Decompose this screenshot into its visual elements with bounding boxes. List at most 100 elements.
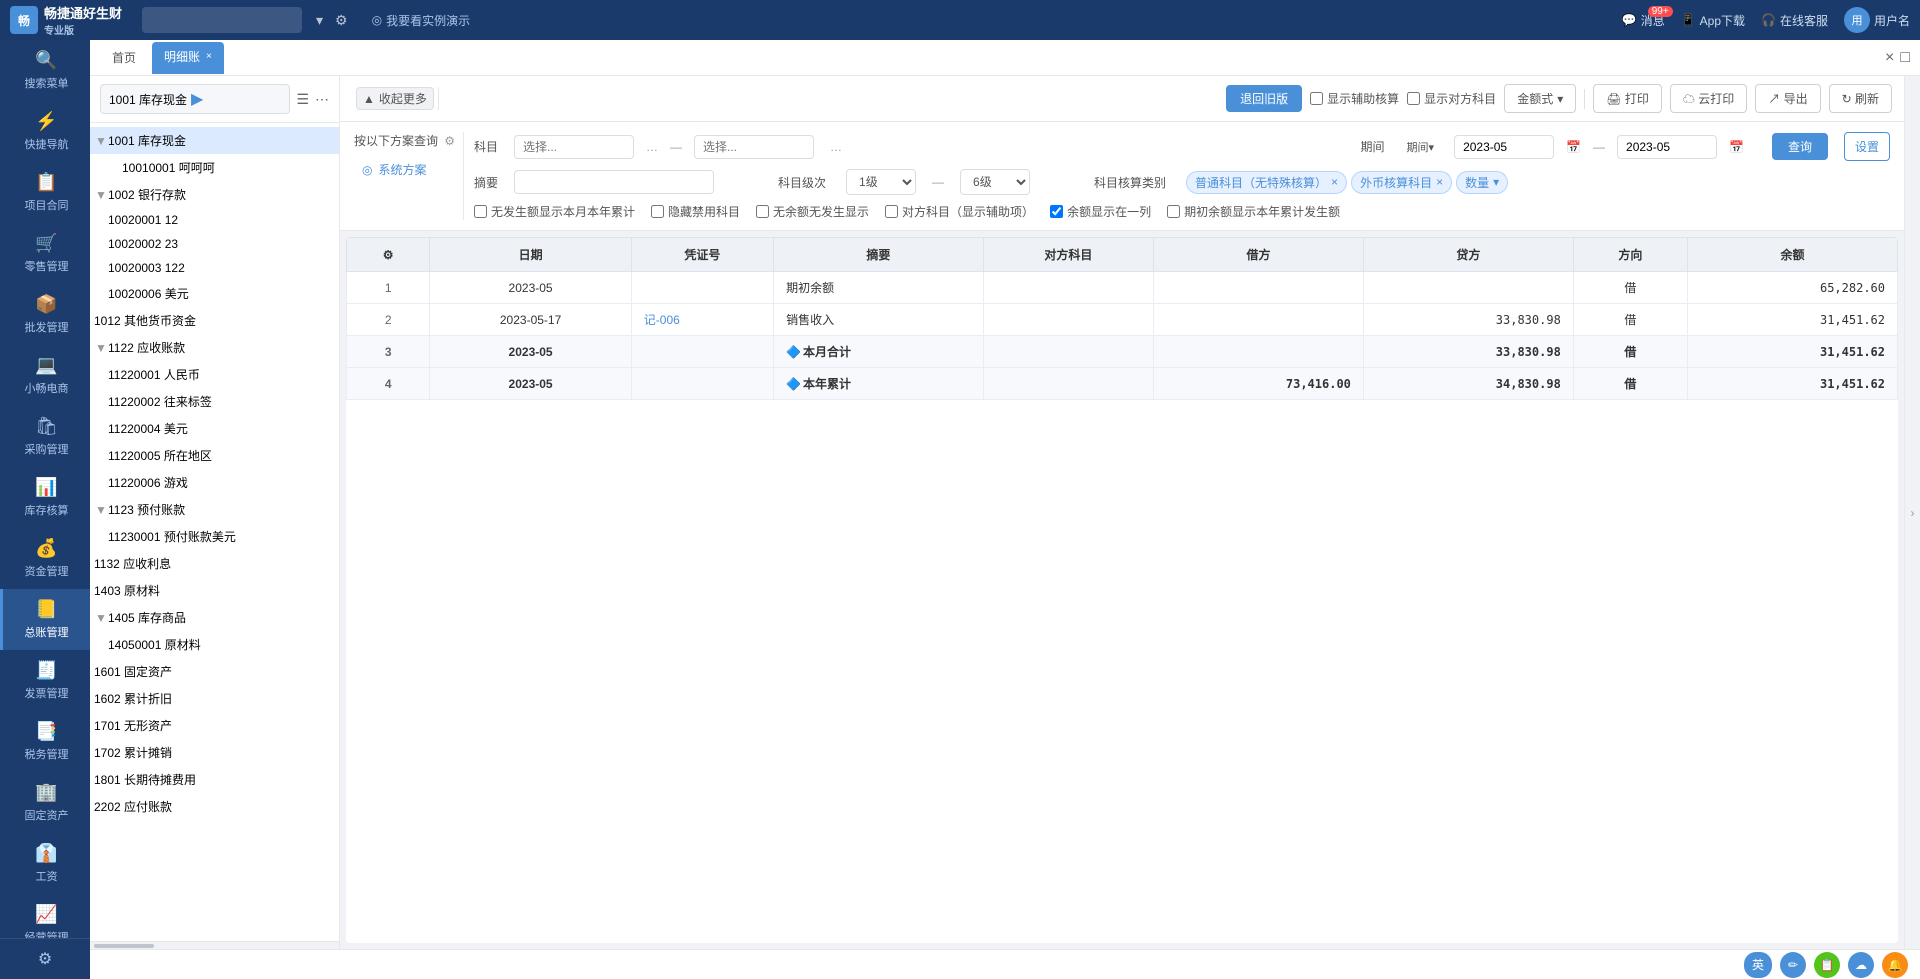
sidebar-item-tax[interactable]: 📑 税务管理 [0,711,90,772]
tree-item-1702[interactable]: 1702 累计摊销 [90,739,339,766]
tree-item-1002[interactable]: ▼ 1002 银行存款 [90,181,339,208]
refresh-button[interactable]: ↻ 刷新 [1829,84,1892,113]
summary-input[interactable] [514,170,714,194]
sidebar-item-hr[interactable]: 👔 工资 [0,833,90,894]
edit-icon-button[interactable]: ✏ [1780,952,1806,978]
tree-item-1122[interactable]: ▼ 1122 应收账款 [90,334,339,361]
service-nav[interactable]: 🎧 在线客服 [1761,12,1828,29]
tree-item-1403[interactable]: 1403 原材料 [90,577,339,604]
period-end-input[interactable] [1617,135,1717,159]
level-end-select[interactable]: 6级3级4级 [960,169,1030,195]
tree-item-1801[interactable]: 1801 长期待摊费用 [90,766,339,793]
dropdown-arrow[interactable]: ▾ [312,10,327,31]
user-nav[interactable]: 用 用户名 [1844,7,1910,33]
sidebar-item-ecommerce[interactable]: 💻 小畅电商 [0,345,90,406]
tab-home[interactable]: 首页 [100,42,148,74]
sidebar-item-asset[interactable]: 🏢 固定资产 [0,772,90,833]
print-button[interactable]: 🖨 打印 [1593,84,1662,113]
lang-button[interactable]: 英 [1744,952,1772,978]
cb-show-opposite[interactable]: 对方科目（显示辅助项） [885,203,1034,220]
level-start-select[interactable]: 1级2级3级 [846,169,916,195]
show-opposite-checkbox[interactable]: 显示对方科目 [1407,90,1496,107]
tree-item-1123[interactable]: ▼ 1123 预付账款 [90,496,339,523]
expand-filter-button[interactable]: ▲ 收起更多 [356,87,434,110]
tree-item-10010001[interactable]: 10010001 呵呵呵 [90,154,339,181]
type-tag-foreign[interactable]: 外币核算科目 × [1351,171,1452,194]
cb-no-balance-input[interactable] [756,205,769,218]
account-selector[interactable]: 1001 库存现金 ▶ [100,84,290,114]
cloud-icon-button[interactable]: ☁ [1848,952,1874,978]
demo-link[interactable]: ◎ 我要看实例演示 [372,12,471,29]
message-nav[interactable]: 💬 消息 99+ [1622,12,1665,29]
voucher-link-1[interactable]: 记-006 [644,313,680,327]
cb-balance-one-col-input[interactable] [1050,205,1063,218]
sidebar-item-quick[interactable]: ⚡ 快捷导航 [0,101,90,162]
tree-item-14050001[interactable]: 14050001 原材料 [90,631,339,658]
cb-no-balance[interactable]: 无余额无发生显示 [756,203,869,220]
cb-no-occur[interactable]: 无发生额显示本月本年累计 [474,203,635,220]
row-voucher-1[interactable]: 记-006 [631,304,773,336]
export-button[interactable]: ↗ 导出 [1755,84,1820,113]
search-input[interactable] [142,7,302,33]
cb-hide-used-input[interactable] [651,205,664,218]
type-tag-qty[interactable]: 数量 ▾ [1456,171,1508,194]
copy-icon-button[interactable]: 📋 [1814,952,1840,978]
sidebar-item-accounting[interactable]: 📒 总账管理 [0,589,90,650]
subject-input[interactable] [514,135,634,159]
show-opposite-input[interactable] [1407,92,1420,105]
cb-year-cumul[interactable]: 期初余额显示本年累计发生额 [1167,203,1340,220]
sidebar-item-wholesale[interactable]: 📦 批发管理 [0,284,90,345]
tab-ledger[interactable]: 明细账 × [152,42,224,74]
type-tag-normal-remove[interactable]: × [1331,175,1338,189]
window-close-button[interactable]: × [1885,49,1894,67]
cb-hide-used[interactable]: 隐藏禁用科目 [651,203,740,220]
query-button[interactable]: 查询 [1772,133,1828,160]
account-list-tool[interactable]: ☰ [296,91,309,108]
sidebar-item-search[interactable]: 🔍 搜索菜单 [0,40,90,101]
sidebar-item-inventory[interactable]: 📊 库存核算 [0,467,90,528]
show-auxiliary-input[interactable] [1310,92,1323,105]
subject-input-end[interactable] [694,135,814,159]
tree-item-11220004[interactable]: 11220004 美元 [90,415,339,442]
tree-item-1601[interactable]: 1601 固定资产 [90,658,339,685]
tree-item-1012[interactable]: 1012 其他货币资金 [90,307,339,334]
filter-settings-button[interactable]: 设置 [1844,132,1890,161]
bell-icon-button[interactable]: 🔔 [1882,952,1908,978]
type-tag-foreign-remove[interactable]: × [1436,175,1443,189]
tree-item-1132[interactable]: 1132 应收利息 [90,550,339,577]
type-tag-normal[interactable]: 普通科目（无特殊核算） × [1186,171,1347,194]
period-start-input[interactable] [1454,135,1554,159]
sidebar-gear-button[interactable]: ⚙ [38,949,52,969]
right-sidebar-toggle[interactable]: › [1904,76,1920,949]
tree-item-1701[interactable]: 1701 无形资产 [90,712,339,739]
account-settings-tool[interactable]: ⋯ [315,91,329,108]
tree-item-1405[interactable]: ▼ 1405 库存商品 [90,604,339,631]
sidebar-item-capital[interactable]: 💰 资金管理 [0,528,90,589]
tree-item-11220002[interactable]: 11220002 往来标签 [90,388,339,415]
tree-item-11220006[interactable]: 11220006 游戏 [90,469,339,496]
sidebar-item-business[interactable]: 📈 经营管理 [0,894,90,938]
tree-item-10020001[interactable]: 10020001 12 [90,208,339,232]
tree-item-10020006[interactable]: 10020006 美元 [90,280,339,307]
download-nav[interactable]: 📱 App下载 [1681,12,1745,29]
amount-format-button[interactable]: 金额式 ▾ [1504,84,1576,113]
sidebar-item-invoice[interactable]: 🧾 发票管理 [0,650,90,711]
tree-item-10020002[interactable]: 10020002 23 [90,232,339,256]
tree-item-1001[interactable]: ▼ 1001 库存现金 [90,127,339,154]
filter-panel-settings[interactable]: ⚙ [444,134,455,148]
sidebar-item-purchase[interactable]: 🛍 采购管理 [0,406,90,467]
tree-item-11230001[interactable]: 11230001 预付账款美元 [90,523,339,550]
tree-item-11220001[interactable]: 11220001 人民币 [90,361,339,388]
filter-plan-item[interactable]: ◎ 系统方案 [354,155,455,184]
tab-ledger-close[interactable]: × [206,51,212,62]
tree-item-2202[interactable]: 2202 应付账款 [90,793,339,820]
cb-no-occur-input[interactable] [474,205,487,218]
cb-balance-one-col[interactable]: 余额显示在一列 [1050,203,1151,220]
sidebar-item-retail[interactable]: 🛒 零售管理 [0,223,90,284]
return-old-version-button[interactable]: 退回旧版 [1226,85,1302,112]
settings-icon[interactable]: ⚙ [331,10,352,31]
tree-item-11220005[interactable]: 11220005 所在地区 [90,442,339,469]
cb-year-cumul-input[interactable] [1167,205,1180,218]
tree-item-10020003[interactable]: 10020003 122 [90,256,339,280]
tree-item-1602[interactable]: 1602 累计折旧 [90,685,339,712]
